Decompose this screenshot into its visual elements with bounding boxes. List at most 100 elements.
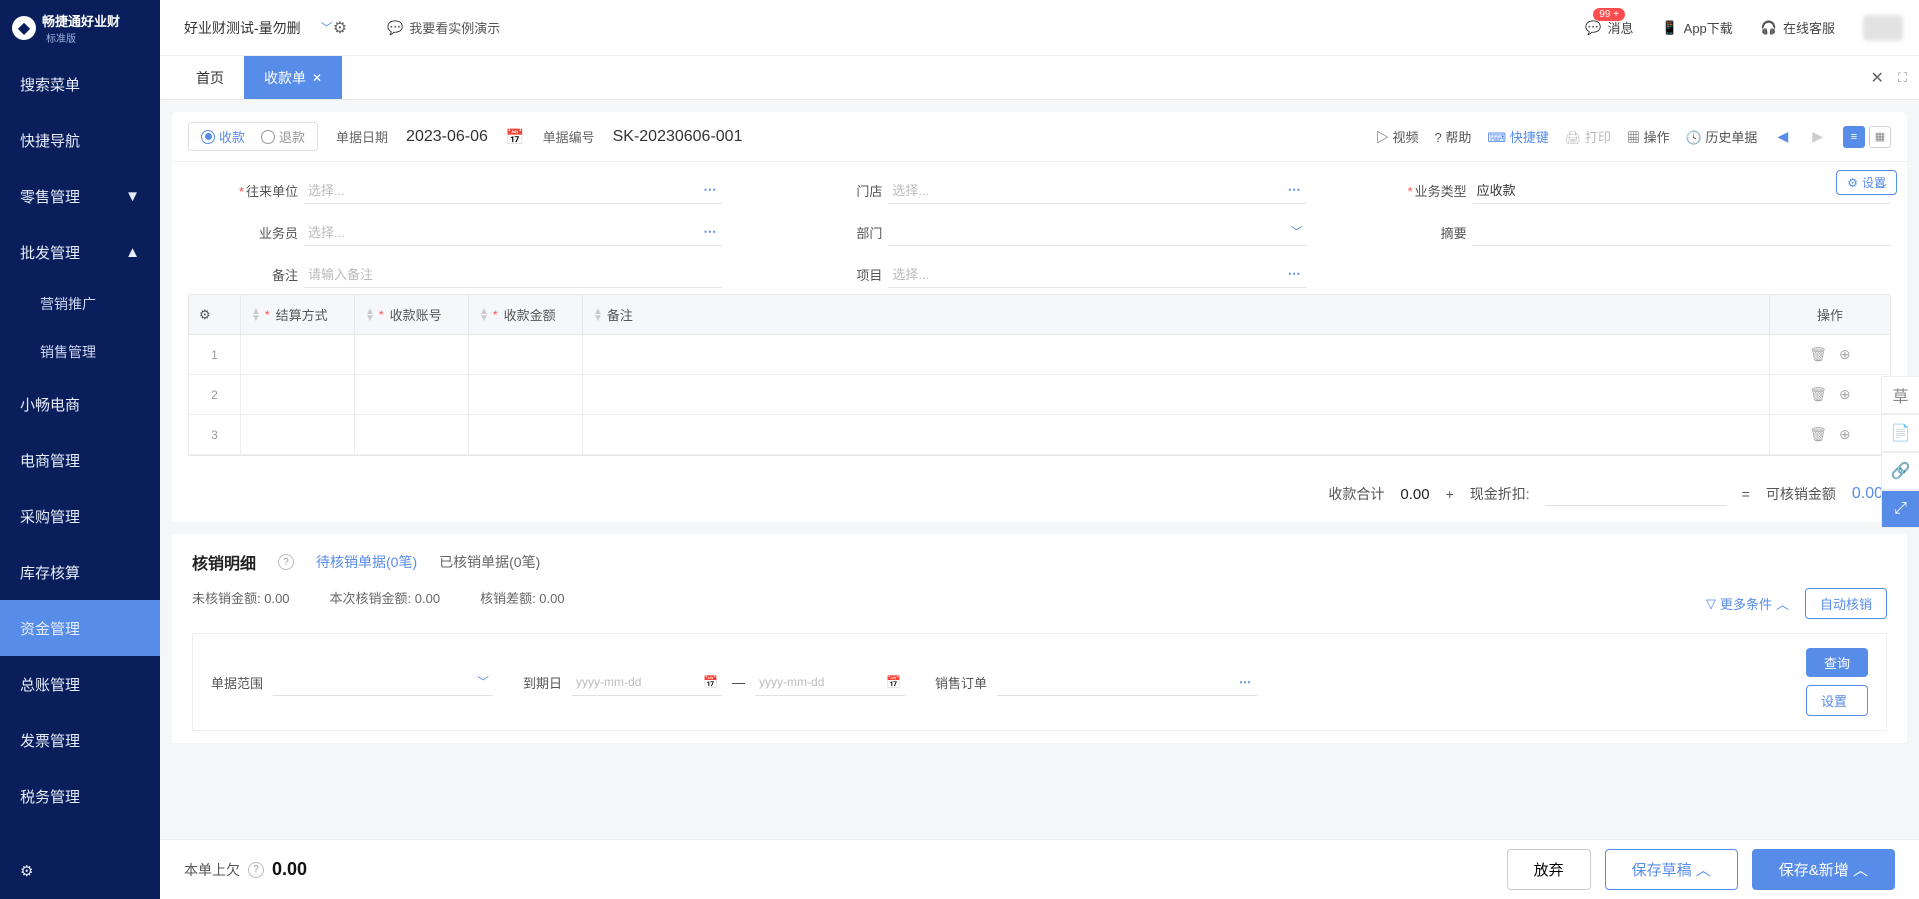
- auto-verify-button[interactable]: 自动核销: [1805, 588, 1887, 619]
- radio-refund[interactable]: 退款: [261, 127, 305, 146]
- company-selector[interactable]: 好业财测试-量勿删 ﹀: [184, 18, 333, 38]
- remark-input[interactable]: 请输入备注: [304, 260, 722, 288]
- th-amount[interactable]: ▲▼*收款金额: [469, 295, 583, 334]
- delete-icon[interactable]: 🗑: [1809, 346, 1827, 363]
- viewmode-grid[interactable]: ▦: [1869, 126, 1891, 148]
- query-button[interactable]: 查询: [1806, 648, 1868, 677]
- tab-home[interactable]: 首页: [176, 56, 244, 99]
- due-from-input[interactable]: yyyy-mm-dd📅: [572, 668, 722, 696]
- viewmode-list[interactable]: ≡: [1843, 126, 1865, 148]
- message-icon: 💬: [1585, 20, 1601, 36]
- print-button[interactable]: 🖨 打印: [1565, 127, 1611, 146]
- th-note[interactable]: ▲▼备注: [583, 295, 1770, 334]
- gear-icon: ⚙: [1847, 176, 1858, 190]
- sidebar-item-ecommerce[interactable]: 电商管理: [0, 432, 160, 488]
- messages-button[interactable]: 99 + 💬 消息: [1585, 18, 1633, 37]
- avatar[interactable]: [1863, 15, 1903, 41]
- th-account[interactable]: ▲▼*收款账号: [355, 295, 469, 334]
- table-row[interactable]: 2 🗑⊕: [189, 375, 1890, 415]
- store-input[interactable]: 选择...⋯: [888, 176, 1306, 204]
- save-draft-button[interactable]: 保存草稿 ︿: [1605, 849, 1738, 890]
- float-link-icon[interactable]: 🔗: [1881, 452, 1919, 490]
- project-input[interactable]: 选择...⋯: [888, 260, 1306, 288]
- help-icon[interactable]: ?: [248, 862, 264, 878]
- close-icon[interactable]: ✕: [312, 71, 322, 85]
- demo-link[interactable]: 💬 我要看实例演示: [387, 18, 500, 37]
- abandon-button[interactable]: 放弃: [1507, 849, 1591, 890]
- footer-bar: 本单上欠 ? 0.00 放弃 保存草稿 ︿ 保存&新增 ︿: [160, 839, 1919, 899]
- help-link[interactable]: ? 帮助: [1435, 127, 1472, 146]
- stat-diff: 核销差额: 0.00: [480, 588, 565, 619]
- radio-receipt[interactable]: 收款: [201, 127, 245, 146]
- table-row[interactable]: 3 🗑⊕: [189, 415, 1890, 455]
- sidebar-item-tax[interactable]: 税务管理: [0, 768, 160, 824]
- biztype-select[interactable]: 应收款﹀: [1473, 176, 1891, 204]
- sidebar-item-search[interactable]: 搜索菜单: [0, 56, 160, 112]
- delete-icon[interactable]: 🗑: [1809, 386, 1827, 403]
- video-link[interactable]: ▷ 视频: [1376, 127, 1419, 146]
- sidebar-item-purchase[interactable]: 采购管理: [0, 488, 160, 544]
- keyboard-icon: ⌨: [1487, 130, 1506, 145]
- date-value[interactable]: 2023-06-06: [406, 128, 488, 146]
- operate-button[interactable]: ▦ 操作: [1627, 127, 1670, 146]
- add-row-icon[interactable]: ⊕: [1839, 346, 1851, 363]
- lookup-icon: ⋯: [703, 182, 718, 198]
- more-conditions-toggle[interactable]: ▽更多条件︿: [1706, 594, 1789, 613]
- summary-input[interactable]: [1473, 218, 1891, 246]
- due-to-input[interactable]: yyyy-mm-dd📅: [755, 668, 905, 696]
- partner-input[interactable]: 选择...⋯: [304, 176, 722, 204]
- messages-badge: 99 +: [1593, 8, 1625, 21]
- next-doc-icon[interactable]: ▶: [1808, 128, 1827, 145]
- sidebar-item-ledger[interactable]: 总账管理: [0, 656, 160, 712]
- help-icon[interactable]: ?: [278, 554, 294, 570]
- float-doc-icon[interactable]: 📄: [1881, 414, 1919, 452]
- verify-tab-pending[interactable]: 待核销单据(0笔): [316, 552, 417, 572]
- sidebar-sub-sales[interactable]: 销售管理: [0, 328, 160, 376]
- lookup-icon: ⋯: [1239, 675, 1253, 689]
- table-row[interactable]: 1 🗑⊕: [189, 335, 1890, 375]
- float-expand-icon[interactable]: ⤢: [1881, 490, 1919, 528]
- discount-input[interactable]: [1546, 482, 1726, 506]
- fullscreen-icon[interactable]: ⛶: [1898, 70, 1907, 86]
- calendar-icon: 📅: [703, 675, 718, 689]
- delete-icon[interactable]: 🗑: [1809, 426, 1827, 443]
- sales-order-input[interactable]: ⋯: [997, 668, 1257, 696]
- salesman-input[interactable]: 选择...⋯: [304, 218, 722, 246]
- scope-select[interactable]: ﹀: [273, 668, 493, 696]
- th-settle[interactable]: ▲▼*结算方式: [241, 295, 355, 334]
- settings-button[interactable]: 设置: [1806, 685, 1868, 716]
- verify-title: 核销明细: [192, 550, 256, 574]
- online-service-button[interactable]: 🎧 在线客服: [1761, 18, 1835, 37]
- verify-tab-done[interactable]: 已核销单据(0笔): [439, 552, 540, 572]
- sidebar-item-retail[interactable]: 零售管理▼: [0, 168, 160, 224]
- lookup-icon: ⋯: [1288, 266, 1303, 282]
- save-new-button[interactable]: 保存&新增 ︿: [1752, 849, 1895, 890]
- close-all-icon[interactable]: ✕: [1870, 68, 1883, 88]
- calendar-icon[interactable]: 📅: [506, 128, 525, 146]
- chevron-up-icon: ︿: [1776, 594, 1789, 613]
- chevron-up-icon: ︿: [1696, 862, 1711, 879]
- prev-doc-icon[interactable]: ◀: [1773, 128, 1792, 145]
- shortcut-link[interactable]: ⌨ 快捷键: [1487, 127, 1548, 146]
- add-row-icon[interactable]: ⊕: [1839, 386, 1851, 403]
- th-gear[interactable]: ⚙: [189, 295, 241, 334]
- sidebar-item-xiaochang[interactable]: 小畅电商: [0, 376, 160, 432]
- sidebar-settings[interactable]: ⚙: [0, 843, 160, 899]
- gear-icon: ⚙: [20, 862, 33, 880]
- add-row-icon[interactable]: ⊕: [1839, 426, 1851, 443]
- docno-label: 单据编号: [543, 127, 595, 146]
- app-download-button[interactable]: 📱 App下载: [1661, 18, 1732, 37]
- config-button[interactable]: ⚙设置: [1836, 170, 1897, 195]
- sidebar-item-invoice[interactable]: 发票管理: [0, 712, 160, 768]
- gear-icon[interactable]: ⚙: [333, 18, 347, 38]
- sidebar-item-wholesale[interactable]: 批发管理▲: [0, 224, 160, 280]
- tab-receipt[interactable]: 收款单 ✕: [244, 56, 342, 99]
- history-button[interactable]: 🕓 历史单据: [1686, 127, 1758, 146]
- sidebar-item-inventory[interactable]: 库存核算: [0, 544, 160, 600]
- sidebar-item-quicknav[interactable]: 快捷导航: [0, 112, 160, 168]
- brand-icon: ◆: [12, 16, 36, 40]
- float-draft-icon[interactable]: 草: [1881, 376, 1919, 414]
- dept-select[interactable]: ﹀: [888, 218, 1306, 246]
- sidebar-sub-marketing[interactable]: 营销推广: [0, 280, 160, 328]
- sidebar-item-funds[interactable]: 资金管理: [0, 600, 160, 656]
